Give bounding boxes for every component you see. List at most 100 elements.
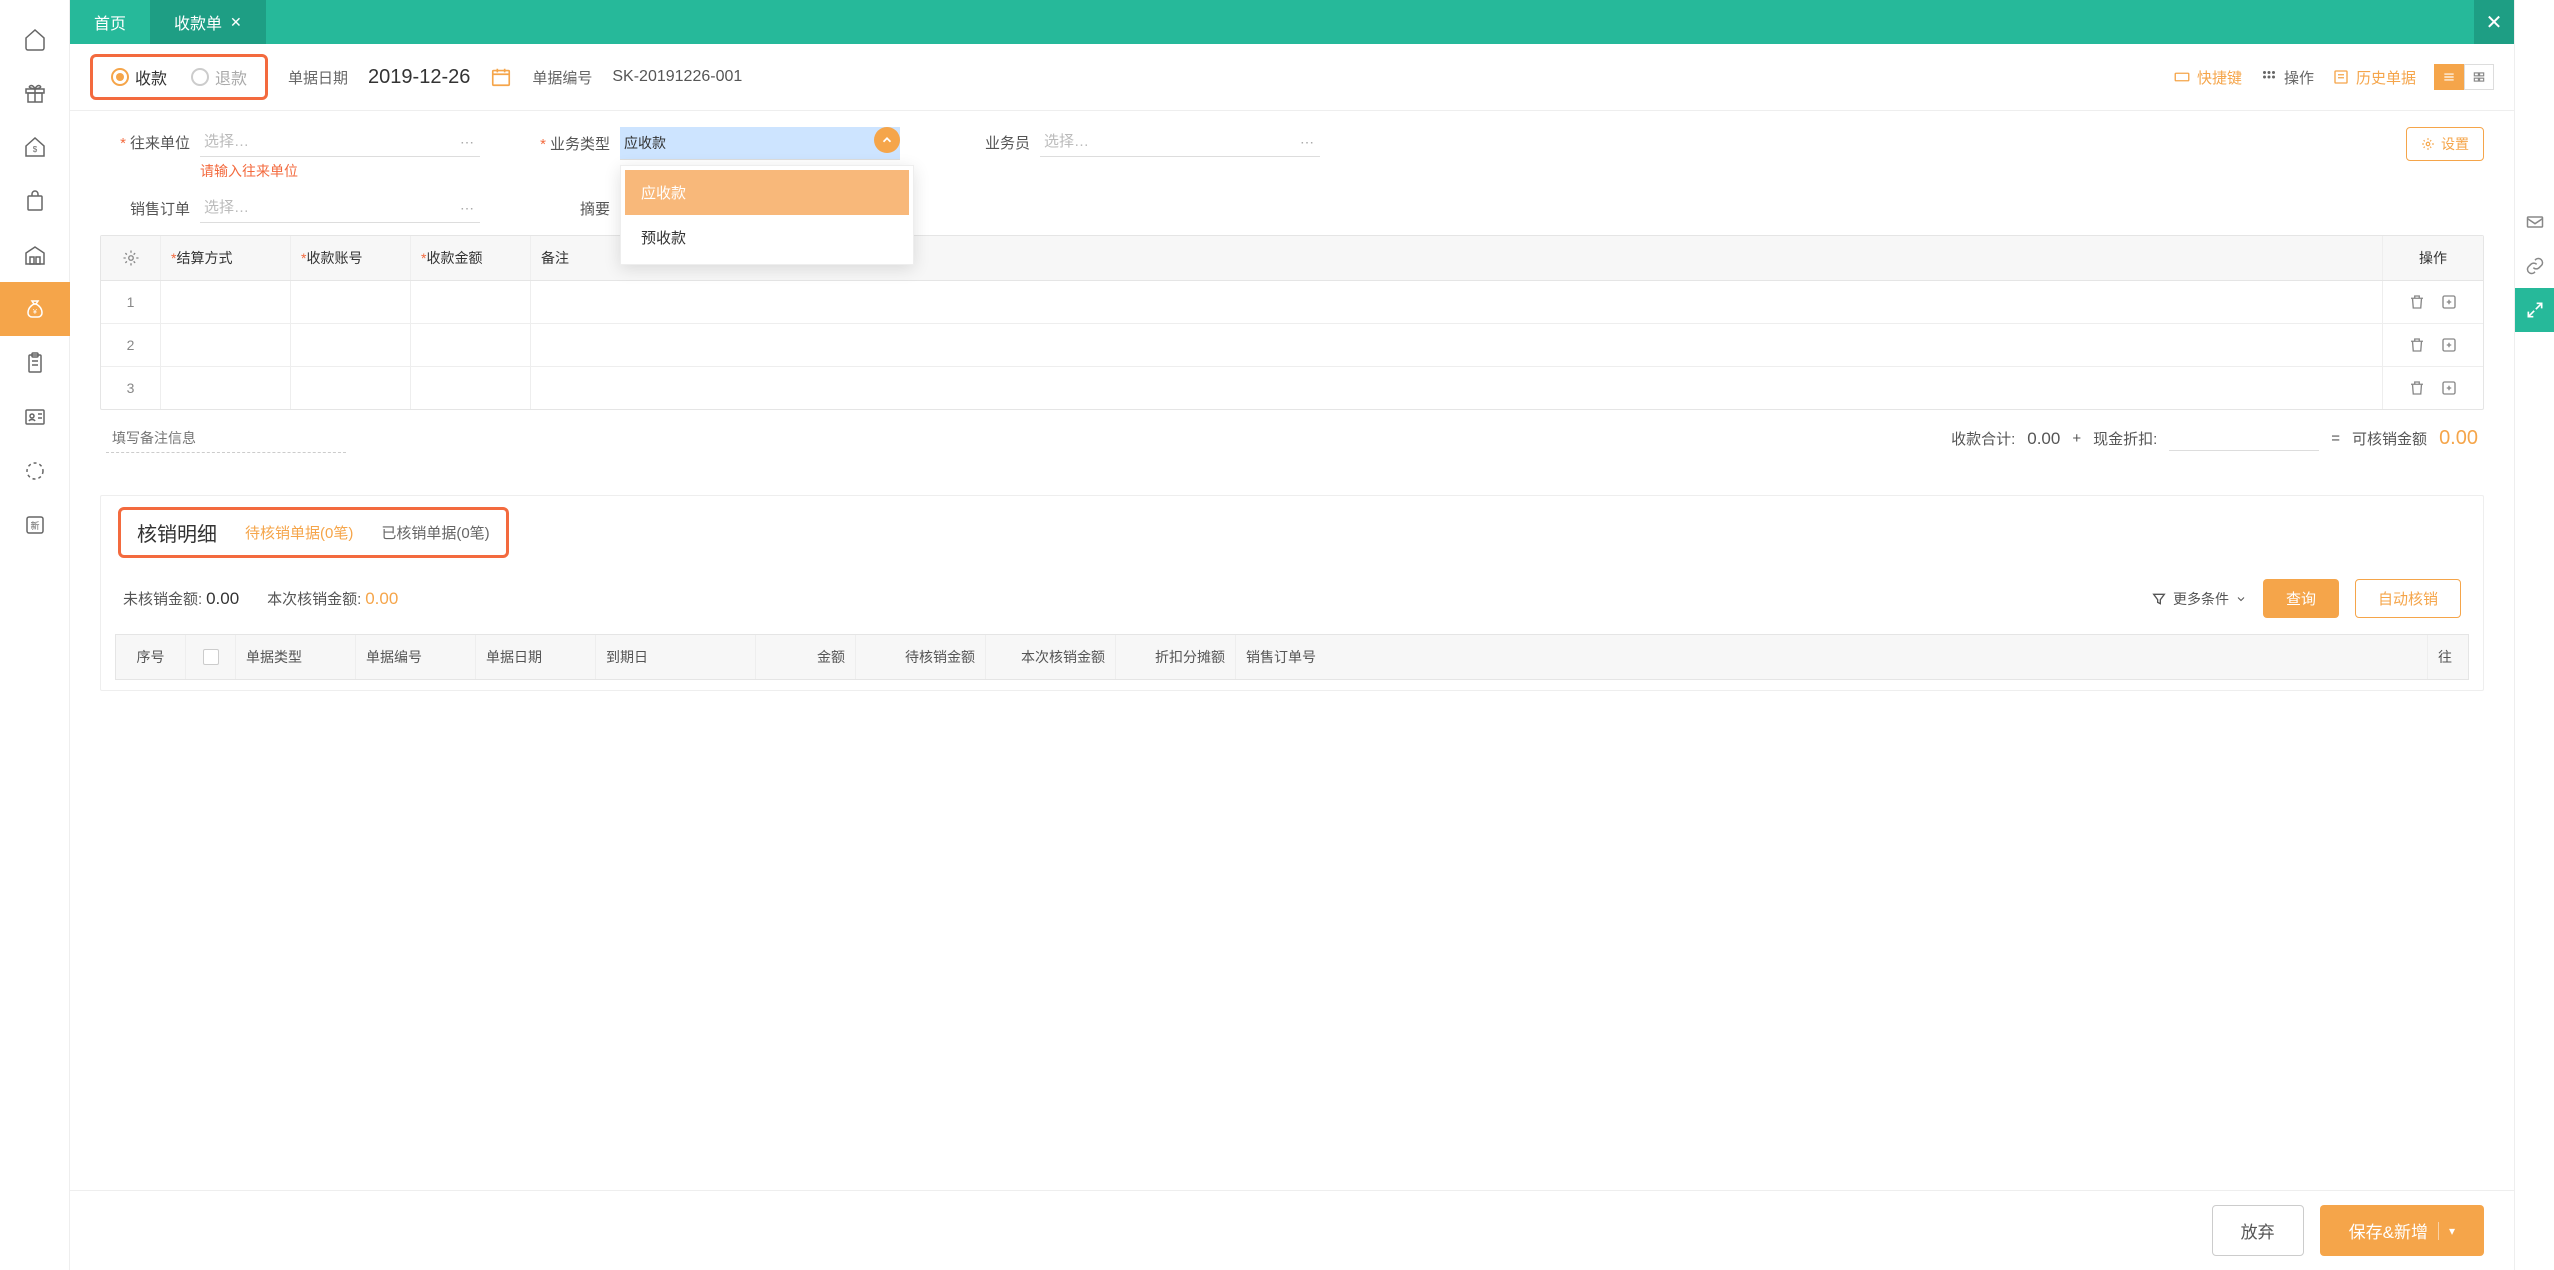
cell-amt[interactable] [411, 324, 531, 366]
wo-table-header: 序号 单据类型 单据编号 单据日期 到期日 金额 待核销金额 本次核销金额 折扣… [116, 635, 2468, 679]
discard-button[interactable]: 放弃 [2212, 1205, 2304, 1256]
wo-col-cust: 往 [2428, 635, 2468, 679]
rail-mail[interactable] [2515, 200, 2554, 244]
nav-home[interactable] [0, 12, 70, 66]
header-gear[interactable] [101, 236, 161, 280]
link-icon [2525, 256, 2545, 276]
nav-new[interactable]: 新 [0, 498, 70, 552]
tab-bar: 首页 收款单 ✕ ✕ [70, 0, 2514, 44]
chevron-down-icon: ▾ [2449, 1224, 2455, 1238]
radio-refund[interactable]: 退款 [191, 65, 247, 89]
main-area: 首页 收款单 ✕ ✕ 收款 退款 单据日期 2019-12-26 单据编号 SK… [70, 0, 2514, 1270]
trash-icon[interactable] [2408, 336, 2426, 354]
save-button[interactable]: 保存&新增 ▾ [2320, 1205, 2484, 1256]
list-icon [2442, 70, 2456, 84]
trash-icon[interactable] [2408, 293, 2426, 311]
cell-acct[interactable] [291, 367, 411, 409]
gift-icon [23, 81, 47, 105]
settings-button[interactable]: 设置 [2406, 127, 2484, 161]
id-icon [23, 405, 47, 429]
cell-note[interactable] [531, 281, 2383, 323]
cell-settle[interactable] [161, 324, 291, 366]
thiswo-value: 0.00 [365, 589, 398, 608]
tab-close-icon[interactable]: ✕ [230, 14, 242, 31]
query-button[interactable]: 查询 [2263, 579, 2339, 618]
wo-col-no: 单据编号 [356, 635, 476, 679]
view-list[interactable] [2434, 64, 2464, 90]
biztype-select[interactable]: 应收款 [620, 127, 900, 160]
nav-clipboard[interactable] [0, 336, 70, 390]
tab-home[interactable]: 首页 [70, 0, 150, 44]
wo-col-this: 本次核销金额 [986, 635, 1116, 679]
ops-link[interactable]: 操作 [2260, 67, 2314, 88]
col-ops: 操作 [2419, 248, 2447, 268]
col-settle: 结算方式 [176, 248, 232, 268]
col-note: 备注 [541, 248, 569, 268]
tab-receipt[interactable]: 收款单 ✕ [150, 0, 266, 44]
more-conditions[interactable]: 更多条件 [2151, 589, 2247, 609]
wo-col-amt: 金额 [756, 635, 856, 679]
discount-input[interactable] [2169, 427, 2319, 451]
wo-col-disc: 折扣分摊额 [1116, 635, 1236, 679]
docno-label: 单据编号 [532, 67, 592, 88]
remark-input[interactable] [106, 424, 346, 453]
view-card[interactable] [2464, 64, 2494, 90]
cell-amt[interactable] [411, 367, 531, 409]
sync-icon [23, 459, 47, 483]
chevron-up-icon[interactable] [874, 127, 900, 153]
nav-sales[interactable]: $ [0, 120, 70, 174]
wo-tab-pending[interactable]: 待核销单据(0笔) [245, 522, 353, 543]
tabbar-close[interactable]: ✕ [2474, 0, 2514, 44]
equals-sign: = [2331, 430, 2340, 447]
unwo-value: 0.00 [206, 589, 239, 608]
cell-amt[interactable] [411, 281, 531, 323]
nav-bag[interactable] [0, 174, 70, 228]
plus-box-icon[interactable] [2440, 336, 2458, 354]
discount-label: 现金折扣: [2093, 428, 2157, 449]
wo-tab-done[interactable]: 已核销单据(0笔) [381, 522, 489, 543]
date-value[interactable]: 2019-12-26 [368, 66, 470, 89]
nav-sync[interactable] [0, 444, 70, 498]
clipboard-icon [23, 351, 47, 375]
calendar-icon[interactable] [490, 66, 512, 88]
thiswo-label: 本次核销金额: [267, 591, 361, 608]
table-row: 3 [101, 367, 2483, 409]
svg-text:新: 新 [30, 520, 39, 531]
footer: 放弃 保存&新增 ▾ [70, 1190, 2514, 1270]
party-input[interactable] [200, 127, 480, 157]
plus-box-icon[interactable] [2440, 293, 2458, 311]
salesperson-input[interactable] [1040, 127, 1320, 157]
rail-expand[interactable] [2515, 288, 2554, 332]
cell-acct[interactable] [291, 324, 411, 366]
right-rail [2514, 0, 2554, 1270]
party-field: *往来单位 ⋯ [100, 127, 480, 157]
nav-inventory[interactable] [0, 228, 70, 282]
dropdown-option-receivable[interactable]: 应收款 [625, 170, 909, 215]
content: *往来单位 ⋯ 请输入往来单位 *业务类型 应收款 应收款 预收款 [70, 111, 2514, 1190]
select-all-checkbox[interactable] [203, 649, 219, 665]
row-index: 3 [101, 367, 161, 409]
history-link[interactable]: 历史单据 [2332, 67, 2416, 88]
cell-acct[interactable] [291, 281, 411, 323]
radio-receive[interactable]: 收款 [111, 65, 167, 89]
nav-finance[interactable]: ¥ [0, 282, 70, 336]
expand-icon [2525, 300, 2545, 320]
cell-note[interactable] [531, 324, 2383, 366]
col-acct: 收款账号 [306, 248, 362, 268]
dropdown-option-prepay[interactable]: 预收款 [625, 215, 909, 260]
auto-writeoff-button[interactable]: 自动核销 [2355, 579, 2461, 618]
bag-icon [23, 189, 47, 213]
sales-order-input[interactable] [200, 193, 480, 223]
cell-note[interactable] [531, 367, 2383, 409]
cell-settle[interactable] [161, 281, 291, 323]
rail-link[interactable] [2515, 244, 2554, 288]
table-header: *结算方式 *收款账号 *收款金额 备注 操作 [101, 236, 2483, 281]
wo-col-due: 到期日 [596, 635, 756, 679]
shortcut-link[interactable]: 快捷键 [2173, 67, 2242, 88]
cell-settle[interactable] [161, 367, 291, 409]
trash-icon[interactable] [2408, 379, 2426, 397]
docno-value: SK-20191226-001 [612, 68, 742, 86]
nav-gift[interactable] [0, 66, 70, 120]
plus-box-icon[interactable] [2440, 379, 2458, 397]
nav-profile[interactable] [0, 390, 70, 444]
